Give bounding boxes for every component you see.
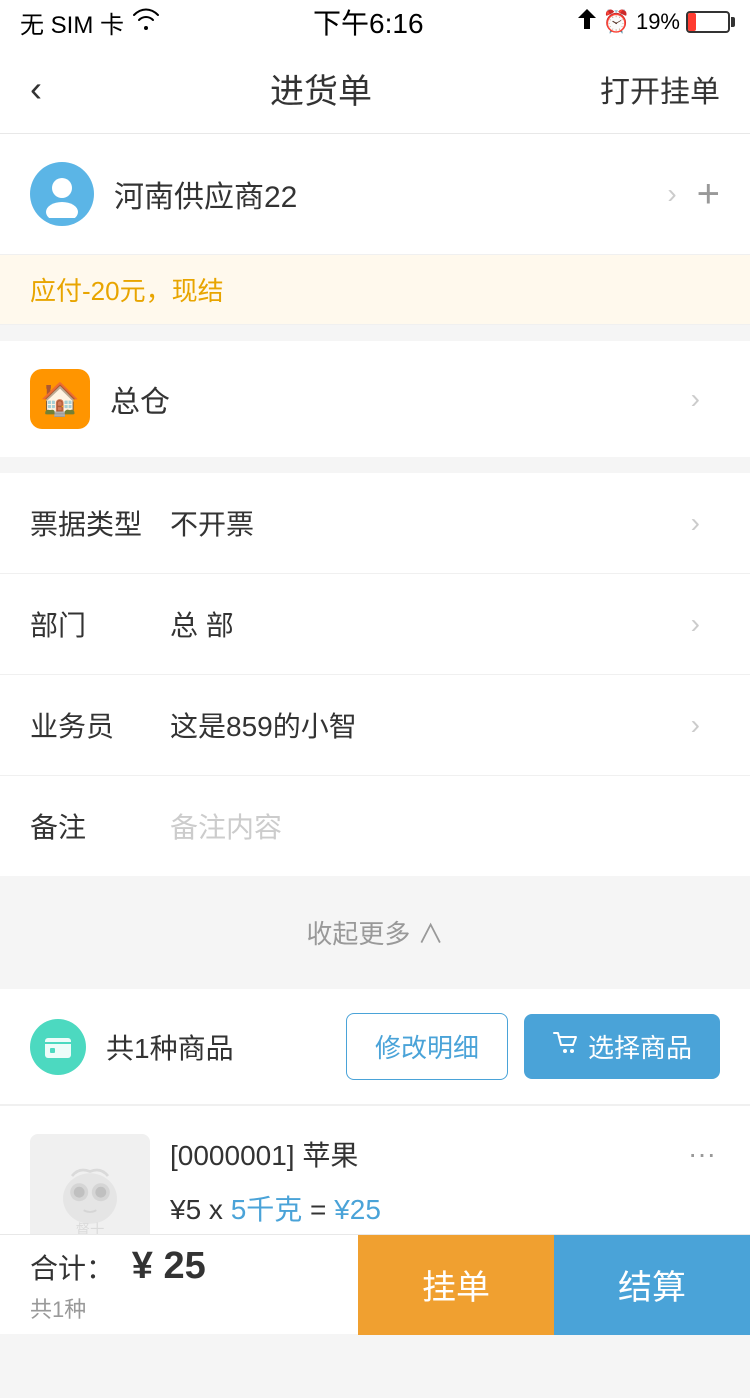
status-left: 无 SIM 卡: [20, 5, 160, 40]
battery-icon: [686, 11, 730, 33]
home-icon: 🏠: [40, 380, 80, 418]
chevron-right-icon: ›: [691, 608, 700, 640]
total-count: 共1种: [30, 1292, 328, 1324]
products-count: 共1种商品: [106, 1027, 346, 1067]
back-button[interactable]: ‹: [30, 68, 42, 110]
remark-placeholder: 备注内容: [150, 806, 720, 846]
invoice-value: 不开票: [150, 503, 691, 543]
wifi-icon: [132, 8, 160, 37]
cart-icon: [552, 1031, 580, 1062]
supplier-avatar: [30, 162, 94, 226]
content-area: 河南供应商22 › + 应付-20元，现结 🏠 总仓 › 票据类型 不开票 › …: [0, 134, 750, 1398]
chevron-right-icon: ›: [691, 383, 700, 415]
product-name: [0000001] 苹果: [170, 1134, 684, 1174]
products-icon: [30, 1019, 86, 1075]
warehouse-row[interactable]: 🏠 总仓 ›: [0, 341, 750, 457]
invoice-label: 票据类型: [30, 503, 150, 543]
dept-value: 总 部: [150, 604, 691, 644]
location-icon: [577, 8, 597, 36]
supplier-name: 河南供应商22: [114, 172, 667, 216]
collapse-bar[interactable]: 收起更多 ∧: [0, 892, 750, 973]
products-header: 共1种商品 修改明细 选择商品: [0, 989, 750, 1105]
carrier-label: 无 SIM 卡: [20, 5, 124, 40]
footer-total: 合计： ¥ 25 共1种: [0, 1245, 358, 1324]
warehouse-section: 🏠 总仓 ›: [0, 341, 750, 457]
status-right: ⏰ 19%: [577, 8, 730, 36]
hang-button[interactable]: 挂单: [358, 1235, 554, 1335]
select-product-label: 选择商品: [588, 1028, 692, 1065]
chevron-right-icon: ›: [691, 507, 700, 539]
dept-row[interactable]: 部门 总 部 ›: [0, 574, 750, 675]
supplier-row[interactable]: 河南供应商22 › +: [0, 134, 750, 255]
total-amount: ¥ 25: [132, 1245, 206, 1287]
remark-row[interactable]: 备注 备注内容: [0, 776, 750, 876]
add-button[interactable]: +: [697, 172, 720, 217]
status-time: 下午6:16: [313, 2, 424, 42]
nav-bar: ‹ 进货单 打开挂单: [0, 44, 750, 134]
warehouse-name: 总仓: [110, 377, 691, 421]
page-title: 进货单: [270, 64, 372, 113]
product-more-button[interactable]: ···: [684, 1134, 720, 1174]
total-label: 合计：: [30, 1253, 114, 1284]
sales-row[interactable]: 业务员 这是859的小智 ›: [0, 675, 750, 776]
chevron-right-icon: ›: [691, 709, 700, 741]
select-product-button[interactable]: 选择商品: [524, 1014, 720, 1079]
supplier-notice: 应付-20元，现结: [0, 255, 750, 325]
dept-label: 部门: [30, 604, 150, 644]
chevron-right-icon: ›: [667, 178, 676, 210]
battery-percent: 19%: [636, 9, 680, 35]
divider: [0, 973, 750, 989]
product-price: ¥5 x 5千克 = ¥25: [170, 1188, 684, 1228]
status-bar: 无 SIM 卡 下午6:16 ⏰ 19%: [0, 0, 750, 44]
sales-value: 这是859的小智: [150, 705, 691, 745]
alarm-icon: ⏰: [603, 9, 630, 35]
open-hang-button[interactable]: 打开挂单: [600, 67, 720, 111]
remark-label: 备注: [30, 806, 150, 846]
warehouse-icon: 🏠: [30, 369, 90, 429]
invoice-row[interactable]: 票据类型 不开票 ›: [0, 473, 750, 574]
supplier-section: 河南供应商22 › + 应付-20元，现结: [0, 134, 750, 325]
footer: 合计： ¥ 25 共1种 挂单 结算: [0, 1234, 750, 1334]
checkout-button[interactable]: 结算: [554, 1235, 750, 1335]
sales-label: 业务员: [30, 705, 150, 745]
product-info: [0000001] 苹果 ¥5 x 5千克 = ¥25: [170, 1134, 684, 1228]
product-code: [0000001]: [170, 1140, 295, 1171]
modify-detail-button[interactable]: 修改明细: [346, 1013, 508, 1080]
form-section: 票据类型 不开票 › 部门 总 部 › 业务员 这是859的小智 › 备注 备注…: [0, 473, 750, 876]
